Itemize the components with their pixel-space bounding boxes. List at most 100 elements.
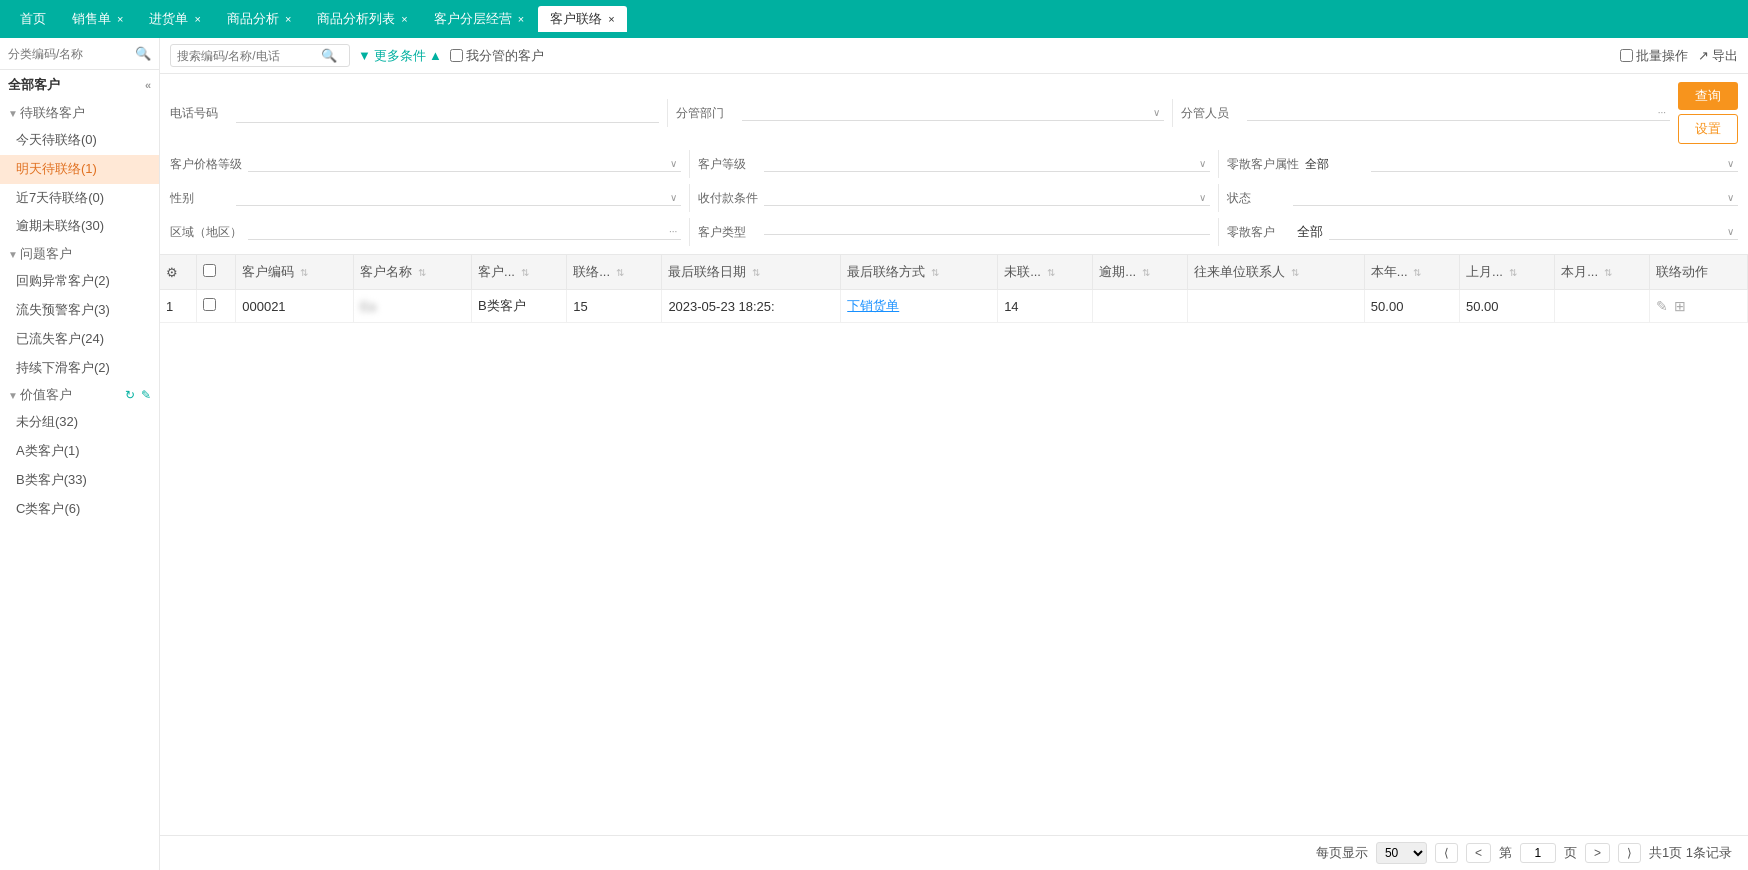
my-customers-checkbox-label[interactable]: 我分管的客户 bbox=[450, 47, 544, 65]
nav-product-list-close[interactable]: × bbox=[401, 13, 407, 25]
nav-product-analysis-close[interactable]: × bbox=[285, 13, 291, 25]
sort-year-icon: ⇅ bbox=[1413, 267, 1421, 278]
sort-code-icon: ⇅ bbox=[300, 267, 308, 278]
nav-customer-contact[interactable]: 客户联络 × bbox=[538, 6, 626, 32]
sidebar-search-input[interactable] bbox=[8, 47, 135, 61]
col-last-method-header[interactable]: 最后联络方式 ⇅ bbox=[841, 255, 998, 290]
row-contact-count: 15 bbox=[567, 290, 662, 323]
col-last-date-header[interactable]: 最后联络日期 ⇅ bbox=[662, 255, 841, 290]
row-checkbox-cell bbox=[197, 290, 236, 323]
retail-customer-select[interactable]: ∨ bbox=[1329, 224, 1738, 240]
first-page-button[interactable]: ⟨ bbox=[1435, 843, 1458, 863]
person-select[interactable]: ··· bbox=[1247, 105, 1670, 121]
nav-sales-close[interactable]: × bbox=[117, 13, 123, 25]
col-settings[interactable]: ⚙ bbox=[160, 255, 197, 290]
all-customers-label: 全部客户 bbox=[8, 76, 60, 94]
nav-customer-tier[interactable]: 客户分层经营 × bbox=[422, 6, 536, 32]
area-select[interactable]: ··· bbox=[248, 224, 681, 240]
filter-price-level: 客户价格等级 ∨ bbox=[170, 156, 681, 173]
col-type-header[interactable]: 客户... ⇅ bbox=[472, 255, 567, 290]
col-unit-contact-header[interactable]: 往来单位联系人 ⇅ bbox=[1188, 255, 1364, 290]
dept-label: 分管部门 bbox=[676, 105, 736, 122]
col-last-month-header[interactable]: 上月... ⇅ bbox=[1460, 255, 1555, 290]
price-level-select[interactable]: ∨ bbox=[248, 156, 681, 172]
col-uncontacted-header[interactable]: 未联... ⇅ bbox=[998, 255, 1093, 290]
batch-checkbox[interactable] bbox=[1620, 49, 1633, 62]
settings-button[interactable]: 设置 bbox=[1678, 114, 1738, 144]
nav-home[interactable]: 首页 bbox=[8, 6, 58, 32]
dept-select[interactable]: ∨ bbox=[742, 105, 1165, 121]
col-code-header[interactable]: 客户编码 ⇅ bbox=[236, 255, 354, 290]
action-grid-icon[interactable]: ⊞ bbox=[1674, 298, 1686, 314]
phone-input[interactable] bbox=[236, 104, 659, 123]
sidebar-item-7days[interactable]: 近7天待联络(0) bbox=[0, 184, 159, 213]
row-overdue bbox=[1093, 290, 1188, 323]
sidebar-item-a-class[interactable]: A类客户(1) bbox=[0, 437, 159, 466]
status-arrow: ∨ bbox=[1727, 192, 1734, 203]
sidebar-item-overdue[interactable]: 逾期未联络(30) bbox=[0, 212, 159, 241]
row-unit-contact bbox=[1188, 290, 1364, 323]
gender-arrow: ∨ bbox=[670, 192, 677, 203]
nav-sales[interactable]: 销售单 × bbox=[60, 6, 135, 32]
value-group-edit-icon[interactable]: ✎ bbox=[141, 388, 151, 402]
divider-3 bbox=[689, 150, 690, 178]
payment-select[interactable]: ∨ bbox=[764, 190, 1209, 206]
export-button[interactable]: ↗ 导出 bbox=[1698, 47, 1738, 65]
sidebar-item-today[interactable]: 今天待联络(0) bbox=[0, 126, 159, 155]
my-customers-checkbox[interactable] bbox=[450, 49, 463, 62]
prev-page-button[interactable]: < bbox=[1466, 843, 1491, 863]
customer-level-select[interactable]: ∨ bbox=[764, 156, 1209, 172]
select-all-checkbox[interactable] bbox=[203, 264, 216, 277]
nav-product-analysis-list[interactable]: 商品分析列表 × bbox=[305, 6, 419, 32]
status-select[interactable]: ∨ bbox=[1293, 190, 1738, 206]
nav-customer-contact-close[interactable]: × bbox=[608, 13, 614, 25]
all-customers-header[interactable]: 全部客户 « bbox=[0, 70, 159, 100]
nav-product-analysis[interactable]: 商品分析 × bbox=[215, 6, 303, 32]
retail-attr-select[interactable]: ∨ bbox=[1371, 156, 1738, 172]
sort-uncontacted-icon: ⇅ bbox=[1047, 267, 1055, 278]
row-this-month bbox=[1555, 290, 1650, 323]
sidebar-item-ungrouped[interactable]: 未分组(32) bbox=[0, 408, 159, 437]
batch-ops-button[interactable]: 批量操作 bbox=[1620, 47, 1688, 65]
nav-customer-tier-close[interactable]: × bbox=[518, 13, 524, 25]
search-icon: 🔍 bbox=[321, 48, 337, 63]
row-checkbox[interactable] bbox=[203, 298, 216, 311]
col-contact-count-header[interactable]: 联络... ⇅ bbox=[567, 255, 662, 290]
phone-label: 电话号码 bbox=[170, 105, 230, 122]
filter-customer-type: 客户类型 bbox=[698, 224, 1209, 241]
nav-purchase[interactable]: 进货单 × bbox=[137, 6, 212, 32]
retail-attr-label: 零散客户属性 bbox=[1227, 156, 1299, 173]
sidebar-item-churn-warning[interactable]: 流失预警客户(3) bbox=[0, 296, 159, 325]
sidebar-item-c-class[interactable]: C类客户(6) bbox=[0, 495, 159, 524]
query-button[interactable]: 查询 bbox=[1678, 82, 1738, 110]
gender-select[interactable]: ∨ bbox=[236, 190, 681, 206]
value-group-refresh-icon[interactable]: ↻ bbox=[125, 388, 135, 402]
page-number-input[interactable] bbox=[1520, 843, 1556, 863]
filter-person: 分管人员 ··· bbox=[1181, 105, 1670, 122]
search-input[interactable] bbox=[177, 49, 317, 63]
sidebar-item-repurchase[interactable]: 回购异常客户(2) bbox=[0, 267, 159, 296]
more-filters-button[interactable]: ▼ 更多条件 ▲ bbox=[358, 47, 442, 65]
divider-6 bbox=[1218, 184, 1219, 212]
sidebar-item-tomorrow[interactable]: 明天待联络(1) bbox=[0, 155, 159, 184]
col-checkbox[interactable] bbox=[197, 255, 236, 290]
next-page-button[interactable]: > bbox=[1585, 843, 1610, 863]
sort-last-month-icon: ⇅ bbox=[1509, 267, 1517, 278]
sidebar-item-b-class[interactable]: B类客户(33) bbox=[0, 466, 159, 495]
col-this-month-header[interactable]: 本月... ⇅ bbox=[1555, 255, 1650, 290]
filter-row-1: 电话号码 分管部门 ∨ 分管人员 ··· bbox=[170, 82, 1738, 144]
per-page-select[interactable]: 50 100 200 bbox=[1376, 842, 1427, 864]
sidebar-item-churned[interactable]: 已流失客户(24) bbox=[0, 325, 159, 354]
col-this-year-header[interactable]: 本年... ⇅ bbox=[1364, 255, 1459, 290]
row-code: 000021 bbox=[236, 290, 354, 323]
sidebar-item-declining[interactable]: 持续下滑客户(2) bbox=[0, 354, 159, 383]
last-page-button[interactable]: ⟩ bbox=[1618, 843, 1641, 863]
customer-type-select[interactable] bbox=[764, 230, 1209, 235]
action-edit-icon[interactable]: ✎ bbox=[1656, 298, 1668, 314]
col-overdue-header[interactable]: 逾期... ⇅ bbox=[1093, 255, 1188, 290]
filter-phone: 电话号码 bbox=[170, 104, 659, 123]
col-name-header[interactable]: 客户名称 ⇅ bbox=[354, 255, 472, 290]
toolbar: 🔍 ▼ 更多条件 ▲ 我分管的客户 批量操作 ↗ 导出 bbox=[160, 38, 1748, 74]
row-last-method-link[interactable]: 下销货单 bbox=[847, 298, 899, 313]
nav-purchase-close[interactable]: × bbox=[194, 13, 200, 25]
